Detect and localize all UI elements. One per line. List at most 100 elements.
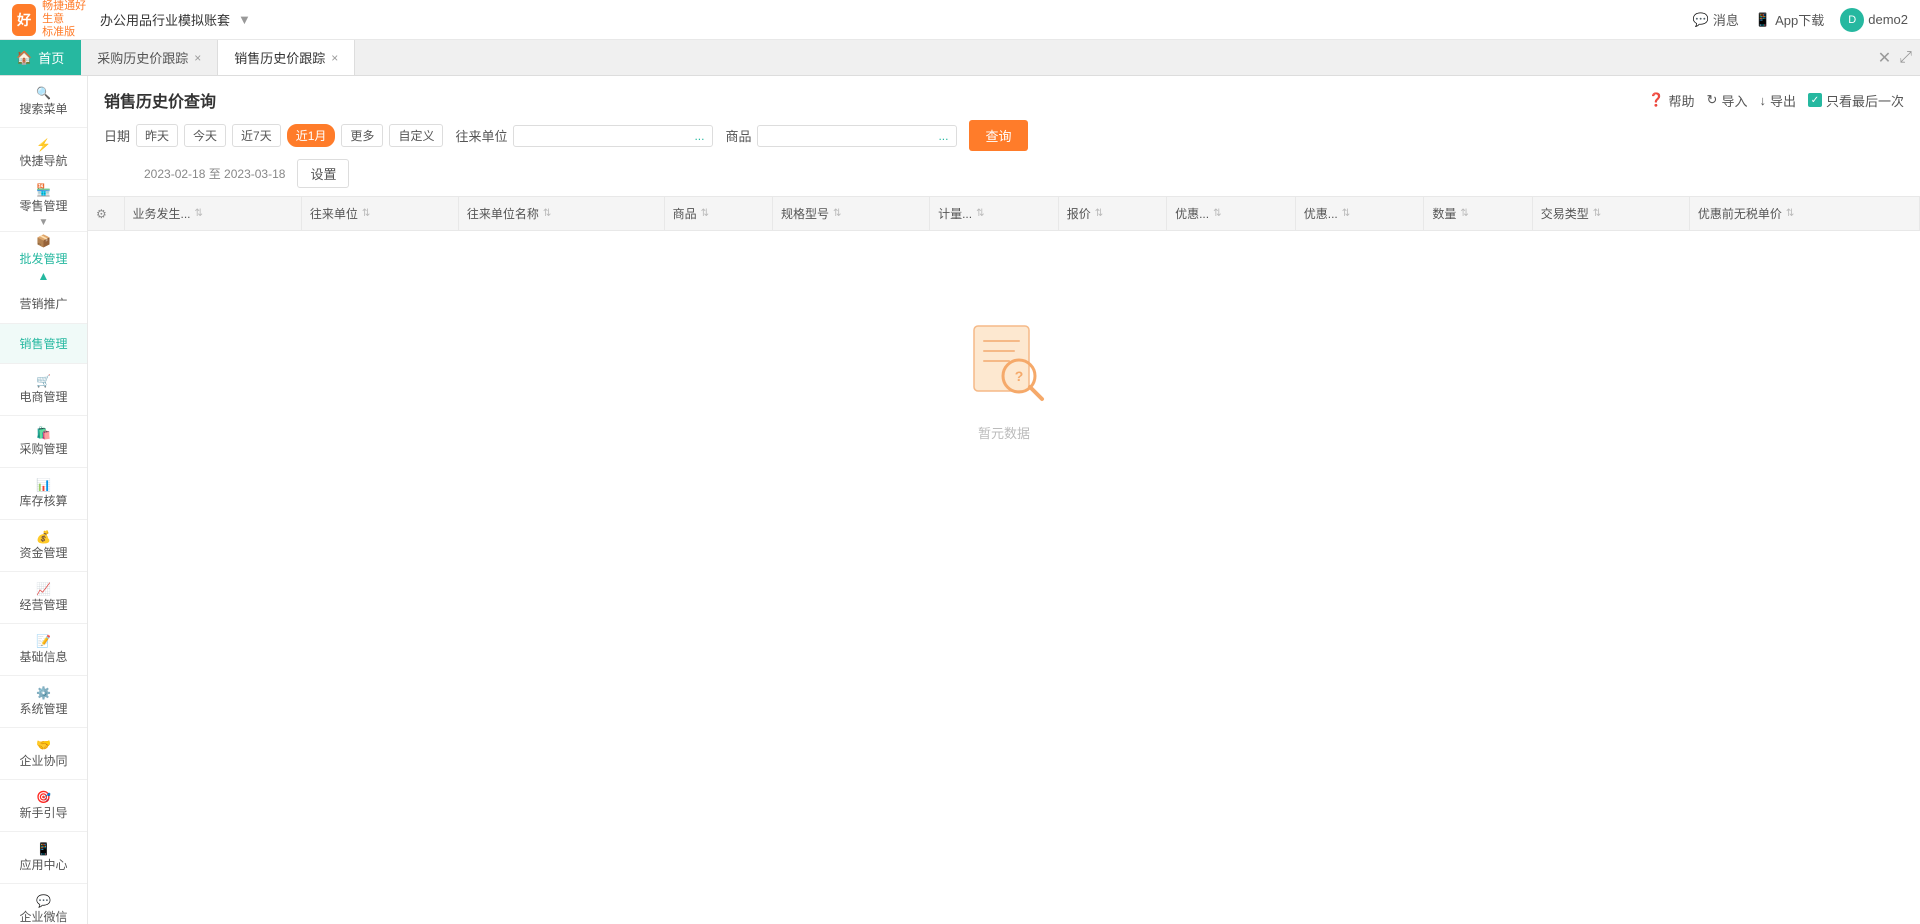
help-icon: ❓	[1648, 92, 1664, 108]
user-avatar-area[interactable]: D demo2	[1840, 8, 1908, 32]
sidebar-item-quick-nav[interactable]: ⚡ 快捷导航	[0, 128, 87, 180]
date-filter-group: 日期 昨天 今天 近7天 近1月 更多 自定义	[104, 124, 443, 147]
gear-icon[interactable]: ⚙	[96, 207, 107, 221]
sort-discount1-icon: ⇅	[1213, 208, 1221, 219]
sidebar-item-search[interactable]: 🔍 搜索菜单	[0, 76, 87, 128]
sort-qty-icon: ⇅	[1460, 208, 1468, 219]
col-unit[interactable]: 计量... ⇅	[930, 197, 1059, 231]
ecommerce-icon: 🛒	[36, 374, 51, 388]
product-select-dots: ...	[938, 129, 948, 143]
export-btn[interactable]: ↓ 导出	[1759, 91, 1796, 110]
filter-row2: 2023-02-18 至 2023-03-18 设置	[104, 159, 1904, 188]
col-partner-code[interactable]: 往来单位 ⇅	[301, 197, 458, 231]
import-icon: ↻	[1707, 92, 1718, 108]
page-title-row: 销售历史价查询 ❓ 帮助 ↻ 导入 ↓ 导出 ✓	[104, 88, 1904, 112]
sidebar-item-basics[interactable]: 📝 基础信息	[0, 624, 87, 676]
purchase-icon: 🛍️	[36, 426, 51, 440]
sort-product-icon: ⇅	[701, 208, 709, 219]
empty-illustration: ?	[954, 311, 1054, 411]
sidebar: 🔍 搜索菜单 ⚡ 快捷导航 🏪 零售管理 ▼ 📦 批发管理 ▲ 营销推广 销售管…	[0, 76, 88, 924]
customer-filter-label: 往来单位	[455, 126, 507, 145]
col-spec[interactable]: 规格型号 ⇅	[773, 197, 930, 231]
tab-purchase-history[interactable]: 采购历史价跟踪 ×	[81, 40, 218, 75]
wholesale-icon: 📦	[36, 234, 51, 248]
date-btn-custom[interactable]: 自定义	[389, 124, 443, 147]
window-expand-btn[interactable]: ⤢	[1899, 49, 1912, 67]
filter-bar: 日期 昨天 今天 近7天 近1月 更多 自定义 往来单位 ... 商品	[104, 120, 1904, 155]
tab-bar: 🏠 首页 采购历史价跟踪 × 销售历史价跟踪 × ✕ ⤢	[0, 40, 1920, 76]
sidebar-item-appstore[interactable]: 📱 应用中心	[0, 832, 87, 884]
inventory-icon: 📊	[36, 478, 51, 492]
help-btn[interactable]: ❓ 帮助	[1648, 91, 1694, 110]
col-qty[interactable]: 数量 ⇅	[1424, 197, 1532, 231]
app-title-dropdown[interactable]: ▼	[238, 12, 251, 27]
sidebar-item-finance[interactable]: 💰 资金管理	[0, 520, 87, 572]
date-btn-today[interactable]: 今天	[184, 124, 226, 147]
top-bar-left: 好 畅捷通好生意 标准版 办公用品行业模拟账套 ▼	[12, 0, 251, 39]
enterprise-icon: 🤝	[36, 738, 51, 752]
logo-text: 畅捷通好生意 标准版	[42, 0, 92, 39]
query-button[interactable]: 查询	[969, 120, 1027, 151]
sidebar-item-inventory[interactable]: 📊 库存核算	[0, 468, 87, 520]
tab-home[interactable]: 🏠 首页	[0, 40, 81, 75]
message-btn[interactable]: 💬 消息	[1693, 10, 1739, 29]
main-layout: 🔍 搜索菜单 ⚡ 快捷导航 🏪 零售管理 ▼ 📦 批发管理 ▲ 营销推广 销售管…	[0, 76, 1920, 924]
search-icon: 🔍	[36, 86, 51, 100]
home-icon: 🏠	[16, 50, 32, 66]
customer-filter-group: 往来单位 ...	[455, 125, 713, 147]
tab-purchase-close[interactable]: ×	[194, 51, 201, 65]
header-actions: ❓ 帮助 ↻ 导入 ↓ 导出 ✓ 只看最后一次	[1648, 91, 1904, 110]
sidebar-item-operations[interactable]: 📈 经营管理	[0, 572, 87, 624]
sidebar-item-guide[interactable]: 🎯 新手引导	[0, 780, 87, 832]
setting-button[interactable]: 设置	[297, 159, 349, 188]
date-btn-7days[interactable]: 近7天	[232, 124, 281, 147]
col-discount2[interactable]: 优惠... ⇅	[1295, 197, 1424, 231]
svg-text:?: ?	[1015, 368, 1024, 384]
sort-biz-date-icon: ⇅	[195, 208, 203, 219]
sidebar-item-wechat[interactable]: 💬 企业微信	[0, 884, 87, 924]
retail-arrow-icon: ▼	[39, 217, 49, 228]
sort-unit-icon: ⇅	[976, 208, 984, 219]
col-trade-type[interactable]: 交易类型 ⇅	[1532, 197, 1689, 231]
col-partner-name[interactable]: 往来单位名称 ⇅	[458, 197, 664, 231]
retail-icon: 🏪	[36, 183, 51, 197]
date-btn-yesterday[interactable]: 昨天	[136, 124, 178, 147]
date-btn-more[interactable]: 更多	[341, 124, 383, 147]
sidebar-item-retail[interactable]: 🏪 零售管理 ▼	[0, 180, 87, 232]
avatar: D	[1840, 8, 1864, 32]
sort-partner-name-icon: ⇅	[543, 208, 551, 219]
date-btn-1month[interactable]: 近1月	[287, 124, 336, 147]
sidebar-item-enterprise[interactable]: 🤝 企业协同	[0, 728, 87, 780]
customer-select[interactable]: ...	[513, 125, 713, 147]
appstore-icon: 📱	[36, 842, 51, 856]
col-biz-date[interactable]: 业务发生... ⇅	[124, 197, 301, 231]
sidebar-item-sales-mgmt[interactable]: 销售管理	[0, 324, 87, 364]
page-title: 销售历史价查询	[104, 88, 216, 112]
window-close-btn[interactable]: ✕	[1878, 48, 1891, 68]
col-pre-tax[interactable]: 优惠前无税单价 ⇅	[1689, 197, 1919, 231]
col-product[interactable]: 商品 ⇅	[664, 197, 772, 231]
customer-select-dots: ...	[694, 129, 704, 143]
system-icon: ⚙️	[36, 686, 51, 700]
product-select[interactable]: ...	[757, 125, 957, 147]
col-quote[interactable]: 报价 ⇅	[1058, 197, 1166, 231]
message-icon: 💬	[1693, 12, 1709, 28]
top-bar-right: 💬 消息 📱 App下载 D demo2	[1693, 8, 1908, 32]
wholesale-arrow-icon: ▲	[38, 269, 50, 283]
show-last-checkbox-area[interactable]: ✓ 只看最后一次	[1808, 91, 1904, 110]
export-icon: ↓	[1759, 93, 1766, 108]
sidebar-item-system[interactable]: ⚙️ 系统管理	[0, 676, 87, 728]
sort-discount2-icon: ⇅	[1342, 208, 1350, 219]
sidebar-item-marketing[interactable]: 营销推广	[0, 284, 87, 324]
tab-sales-history[interactable]: 销售历史价跟踪 ×	[218, 40, 355, 75]
tab-sales-close[interactable]: ×	[331, 51, 338, 65]
col-gear[interactable]: ⚙	[88, 197, 124, 231]
tab-window-actions: ✕ ⤢	[1870, 40, 1920, 75]
sidebar-item-purchase[interactable]: 🛍️ 采购管理	[0, 416, 87, 468]
import-btn[interactable]: ↻ 导入	[1707, 91, 1748, 110]
sidebar-item-wholesale[interactable]: 📦 批发管理 ▲	[0, 232, 87, 284]
app-download-btn[interactable]: 📱 App下载	[1755, 10, 1824, 29]
sidebar-item-ecommerce[interactable]: 🛒 电商管理	[0, 364, 87, 416]
col-discount1[interactable]: 优惠... ⇅	[1167, 197, 1296, 231]
show-last-checkbox[interactable]: ✓	[1808, 93, 1822, 107]
